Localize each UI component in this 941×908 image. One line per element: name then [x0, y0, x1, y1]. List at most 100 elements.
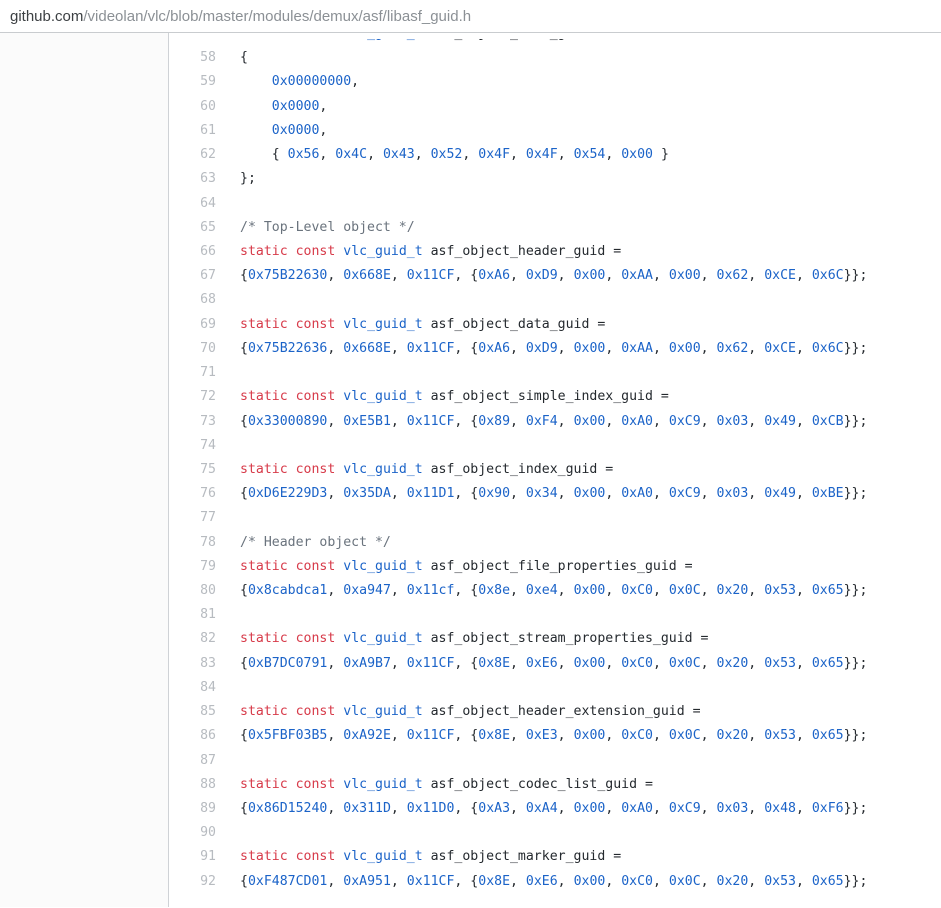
code-token: ,	[557, 413, 574, 429]
code-token: asf_object_simple_index_guid =	[422, 389, 669, 405]
code-token: ,	[748, 801, 765, 816]
code-token: 0xD9	[525, 268, 558, 284]
line-number[interactable]: 60	[169, 95, 216, 119]
code-token: ,	[557, 655, 574, 671]
code-token: ,	[605, 583, 622, 599]
code-token: 0x0C	[668, 583, 701, 599]
code-token: ,	[652, 801, 669, 816]
line-number[interactable]: 85	[169, 700, 216, 724]
line-number[interactable]: 91	[169, 845, 216, 869]
code-token: , {	[454, 873, 479, 889]
code-token: 0x0C	[668, 873, 701, 889]
line-number[interactable]: 81	[169, 603, 216, 627]
code-token: ,	[748, 728, 765, 744]
code-token: ,	[510, 413, 526, 429]
line-number[interactable]: 69	[169, 313, 216, 337]
line-number[interactable]: 90	[169, 821, 216, 845]
code-token: ,	[605, 655, 622, 671]
line-number[interactable]: 86	[169, 724, 216, 748]
line-number[interactable]: 71	[169, 361, 216, 385]
code-token: vlc_object_root_guid =	[422, 33, 606, 41]
code-token: ,	[510, 655, 526, 671]
code-line: 76 {0xD6E229D3, 0x35DA, 0x11D1, {0x90, 0x…	[169, 482, 941, 506]
code-token: 0xA3	[478, 801, 511, 816]
line-number[interactable]: 74	[169, 434, 216, 458]
code-token: ,	[748, 873, 765, 889]
code-token: 0x8cabdca1	[247, 583, 328, 599]
code-token: 0x65	[811, 583, 844, 599]
code-token: ,	[605, 728, 622, 744]
code-token: , {	[454, 583, 479, 599]
code-token: ,	[390, 268, 407, 284]
code-token: const	[295, 33, 336, 41]
code-token: ,	[700, 728, 717, 744]
line-number[interactable]: 84	[169, 676, 216, 700]
code-token: 0x6C	[811, 340, 844, 356]
page-body: 57 static const vlc_guid_t vlc_object_roo…	[0, 33, 941, 907]
code-token: ,	[510, 147, 526, 163]
line-number[interactable]: 76	[169, 482, 216, 506]
code-line: 70 {0x75B22636, 0x668E, 0x11CF, {0xA6, 0x…	[169, 337, 941, 361]
code-token: 0xBE	[811, 486, 844, 502]
line-number[interactable]: 67	[169, 264, 216, 288]
line-number[interactable]: 73	[169, 410, 216, 434]
line-number[interactable]: 77	[169, 506, 216, 530]
code-token: ,	[700, 486, 717, 502]
line-number[interactable]: 92	[169, 870, 216, 894]
line-number[interactable]: 78	[169, 531, 216, 555]
code-token: ,	[557, 147, 574, 163]
line-number[interactable]: 68	[169, 288, 216, 312]
code-token: 0xF487CD01	[247, 873, 328, 889]
line-number[interactable]: 83	[169, 652, 216, 676]
line-number[interactable]: 80	[169, 579, 216, 603]
code-token: 0x00	[573, 801, 606, 816]
code-token: ,	[327, 873, 344, 889]
line-number[interactable]: 65	[169, 216, 216, 240]
line-number[interactable]: 57	[169, 39, 216, 46]
code-line: 67 {0x75B22630, 0x668E, 0x11CF, {0xA6, 0x…	[169, 264, 941, 288]
code-text: {0x75B22636, 0x668E, 0x11CF, {0xA6, 0xD9…	[240, 337, 867, 361]
code-line: 75 static const vlc_guid_t asf_object_ind…	[169, 458, 941, 482]
line-number[interactable]: 82	[169, 627, 216, 651]
code-token: 0xB7DC0791	[247, 655, 328, 671]
line-number[interactable]: 64	[169, 192, 216, 216]
browser-url-bar[interactable]: github.com/videolan/vlc/blob/master/modu…	[0, 0, 941, 33]
line-number[interactable]: 89	[169, 797, 216, 821]
line-number[interactable]: 58	[169, 46, 216, 70]
code-token: ,	[795, 486, 812, 502]
code-text: {	[240, 46, 248, 70]
code-text: static const vlc_guid_t asf_object_index…	[240, 458, 613, 482]
code-text: { 0x56, 0x4C, 0x43, 0x52, 0x4F, 0x4F, 0x…	[240, 143, 669, 167]
code-token: ,	[319, 147, 336, 163]
code-token: asf_object_index_guid =	[422, 461, 614, 477]
line-number[interactable]: 61	[169, 119, 216, 143]
line-number[interactable]: 87	[169, 749, 216, 773]
code-token: 0x00	[573, 728, 606, 744]
code-line: 87	[169, 749, 941, 773]
line-number[interactable]: 72	[169, 385, 216, 409]
line-number[interactable]: 66	[169, 240, 216, 264]
code-token: 0xAA	[621, 268, 653, 284]
code-token: 0x00	[668, 340, 701, 356]
line-number[interactable]: 79	[169, 555, 216, 579]
line-number[interactable]: 62	[169, 143, 216, 167]
code-token: 0x62	[716, 340, 749, 356]
code-token: 0x53	[764, 583, 796, 599]
code-token: , {	[454, 728, 479, 744]
line-number[interactable]: 63	[169, 167, 216, 191]
code-token: 0x11CF	[406, 655, 455, 671]
code-text: static const vlc_guid_t asf_object_heade…	[240, 700, 701, 724]
code-token: vlc_guid_t	[343, 243, 423, 259]
line-number[interactable]: 59	[169, 70, 216, 94]
code-token: asf_object_stream_properties_guid =	[422, 631, 709, 647]
line-number[interactable]: 88	[169, 773, 216, 797]
code-token: 0xA4	[525, 801, 558, 816]
code-line: 64	[169, 192, 941, 216]
code-token: 0x00	[573, 655, 606, 671]
code-token: ,	[795, 728, 812, 744]
line-number[interactable]: 70	[169, 337, 216, 361]
line-number[interactable]: 75	[169, 458, 216, 482]
code-token: , {	[454, 801, 479, 816]
